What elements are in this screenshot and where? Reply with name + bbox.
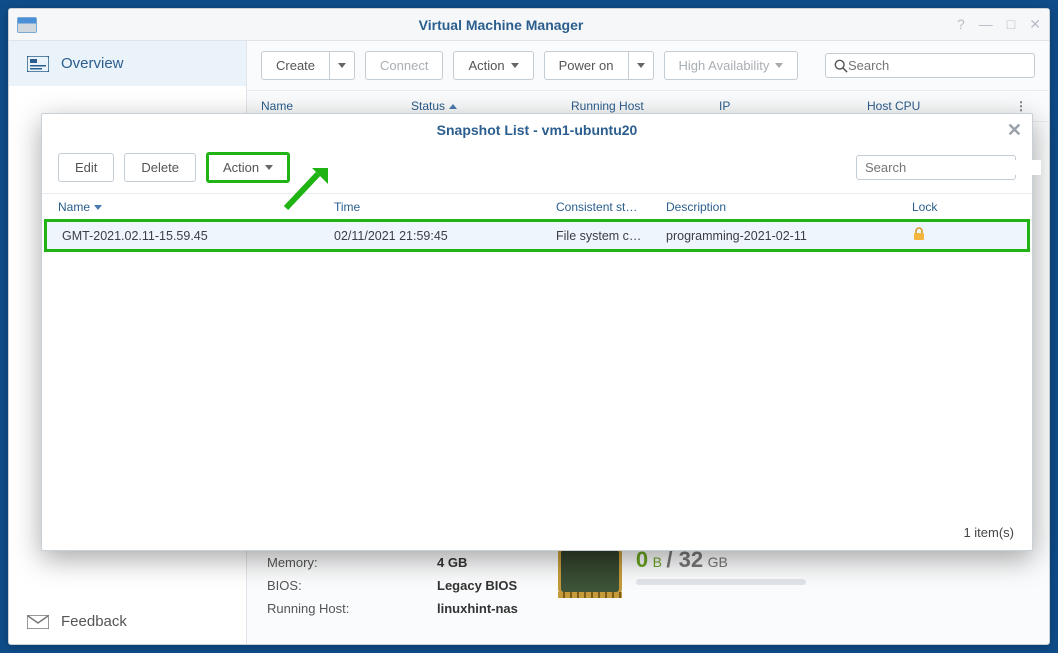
detail-host-label: Running Host: [267, 601, 437, 616]
minimize-icon[interactable]: — [979, 16, 993, 33]
dialog-action-button[interactable]: Action [206, 152, 290, 183]
dialog-title: Snapshot List - vm1-ubuntu20 ✕ [42, 114, 1032, 146]
detail-memory-value: 4 GB [437, 555, 467, 570]
delete-button[interactable]: Delete [124, 153, 196, 182]
chevron-down-icon [511, 63, 519, 68]
col-snap-consistent[interactable]: Consistent st… [556, 200, 666, 214]
help-icon[interactable]: ? [957, 16, 965, 33]
detail-host-value: linuxhint-nas [437, 601, 518, 616]
action-button[interactable]: Action [453, 51, 533, 80]
main-toolbar: Create Connect Action Power on High Avai… [247, 41, 1049, 91]
create-button[interactable]: Create [261, 51, 355, 80]
dialog-close-icon[interactable]: ✕ [1007, 120, 1022, 141]
col-host-cpu[interactable]: Host CPU [867, 99, 1015, 113]
connect-button[interactable]: Connect [365, 51, 443, 80]
sidebar-label-overview: Overview [61, 55, 124, 72]
snapshot-dialog: Snapshot List - vm1-ubuntu20 ✕ Edit Dele… [41, 113, 1033, 551]
col-name[interactable]: Name [261, 99, 411, 113]
search-icon [834, 59, 848, 73]
snap-lock [912, 227, 1012, 244]
snap-time: 02/11/2021 21:59:45 [334, 229, 556, 243]
dialog-footer-count: 1 item(s) [42, 515, 1032, 550]
high-availability-button[interactable]: High Availability [664, 51, 799, 80]
sidebar-item-overview[interactable]: Overview [9, 41, 246, 86]
main-search[interactable] [825, 53, 1035, 78]
edit-button[interactable]: Edit [58, 153, 114, 182]
col-snap-description[interactable]: Description [666, 200, 912, 214]
snap-description: programming-2021-02-11 [666, 229, 912, 243]
host-memory-card: 0 B / 32 GB [558, 547, 806, 624]
overview-icon [27, 56, 49, 72]
memory-usage-bar [636, 579, 806, 585]
col-running-host[interactable]: Running Host [571, 99, 719, 113]
dialog-search[interactable] [856, 155, 1016, 180]
snap-consistent: File system c… [556, 229, 666, 243]
columns-menu-icon[interactable]: ⋮ [1015, 99, 1035, 113]
detail-memory-label: Memory: [267, 555, 437, 570]
maximize-icon[interactable]: □ [1007, 16, 1015, 33]
dialog-search-input[interactable] [865, 160, 1041, 175]
dialog-toolbar: Edit Delete Action [42, 146, 1032, 193]
col-ip[interactable]: IP [719, 99, 867, 113]
sidebar-label-feedback: Feedback [61, 613, 127, 630]
titlebar: Virtual Machine Manager ? — □ ✕ [9, 9, 1049, 41]
snap-name: GMT-2021.02.11-15.59.45 [62, 229, 334, 243]
lock-icon [912, 227, 926, 241]
sort-asc-icon [449, 104, 457, 109]
detail-bios-label: BIOS: [267, 578, 437, 593]
col-status[interactable]: Status [411, 99, 571, 113]
mem-total-unit: GB [708, 554, 728, 570]
sidebar-item-feedback[interactable]: Feedback [9, 599, 246, 644]
main-search-input[interactable] [848, 58, 1026, 73]
power-on-button[interactable]: Power on [544, 51, 654, 80]
power-caret-icon[interactable] [629, 51, 654, 80]
close-icon[interactable]: ✕ [1029, 16, 1041, 33]
col-snap-lock[interactable]: Lock [912, 200, 1016, 214]
chevron-down-icon [775, 63, 783, 68]
snapshot-table-header: Name Time Consistent st… Description Loc… [42, 193, 1032, 221]
sort-desc-icon [94, 205, 102, 210]
feedback-icon [27, 614, 49, 630]
snapshot-row[interactable]: GMT-2021.02.11-15.59.45 02/11/2021 21:59… [46, 221, 1028, 250]
detail-bios-value: Legacy BIOS [437, 578, 517, 593]
app-title: Virtual Machine Manager [45, 17, 957, 33]
main-window: Virtual Machine Manager ? — □ ✕ Overview [8, 8, 1050, 645]
col-snap-time[interactable]: Time [334, 200, 556, 214]
chevron-down-icon [265, 165, 273, 170]
memory-chip-icon [558, 547, 622, 595]
col-snap-name[interactable]: Name [58, 200, 334, 214]
create-caret-icon[interactable] [330, 51, 355, 80]
app-icon [17, 17, 37, 33]
mem-used-unit: B [653, 554, 662, 570]
